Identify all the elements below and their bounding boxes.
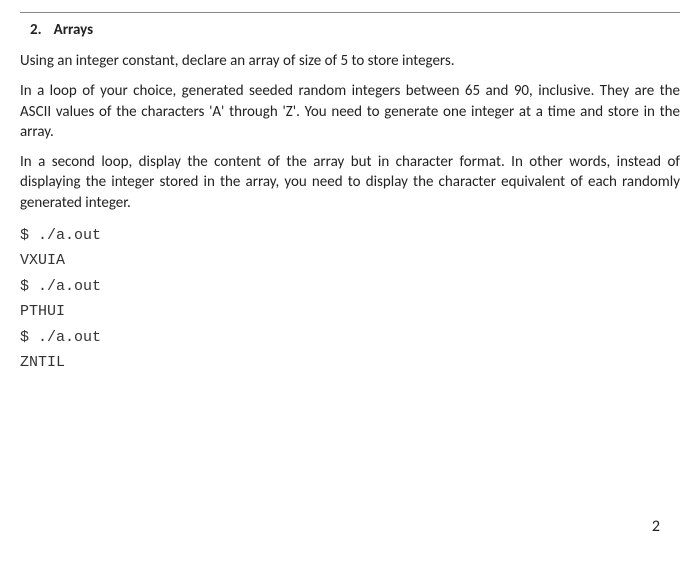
- terminal-line: PTHUI: [20, 299, 680, 325]
- heading-title: Arrays: [54, 21, 94, 39]
- terminal-line: $ ./a.out: [20, 325, 680, 351]
- document-container: 2. Arrays Using an integer constant, decl…: [0, 0, 700, 396]
- top-horizontal-rule: [20, 12, 680, 13]
- terminal-output: $ ./a.out VXUIA $ ./a.out PTHUI $ ./a.ou…: [20, 223, 680, 376]
- terminal-line: $ ./a.out: [20, 274, 680, 300]
- paragraph-1: Using an integer constant, declare an ar…: [20, 51, 680, 71]
- page-number: 2: [652, 517, 660, 536]
- paragraph-2: In a loop of your choice, generated seed…: [20, 81, 680, 142]
- terminal-line: $ ./a.out: [20, 223, 680, 249]
- paragraph-3: In a second loop, display the content of…: [20, 152, 680, 213]
- section-heading: 2. Arrays: [30, 21, 680, 39]
- terminal-line: VXUIA: [20, 248, 680, 274]
- terminal-line: ZNTIL: [20, 350, 680, 376]
- heading-number: 2.: [30, 21, 42, 39]
